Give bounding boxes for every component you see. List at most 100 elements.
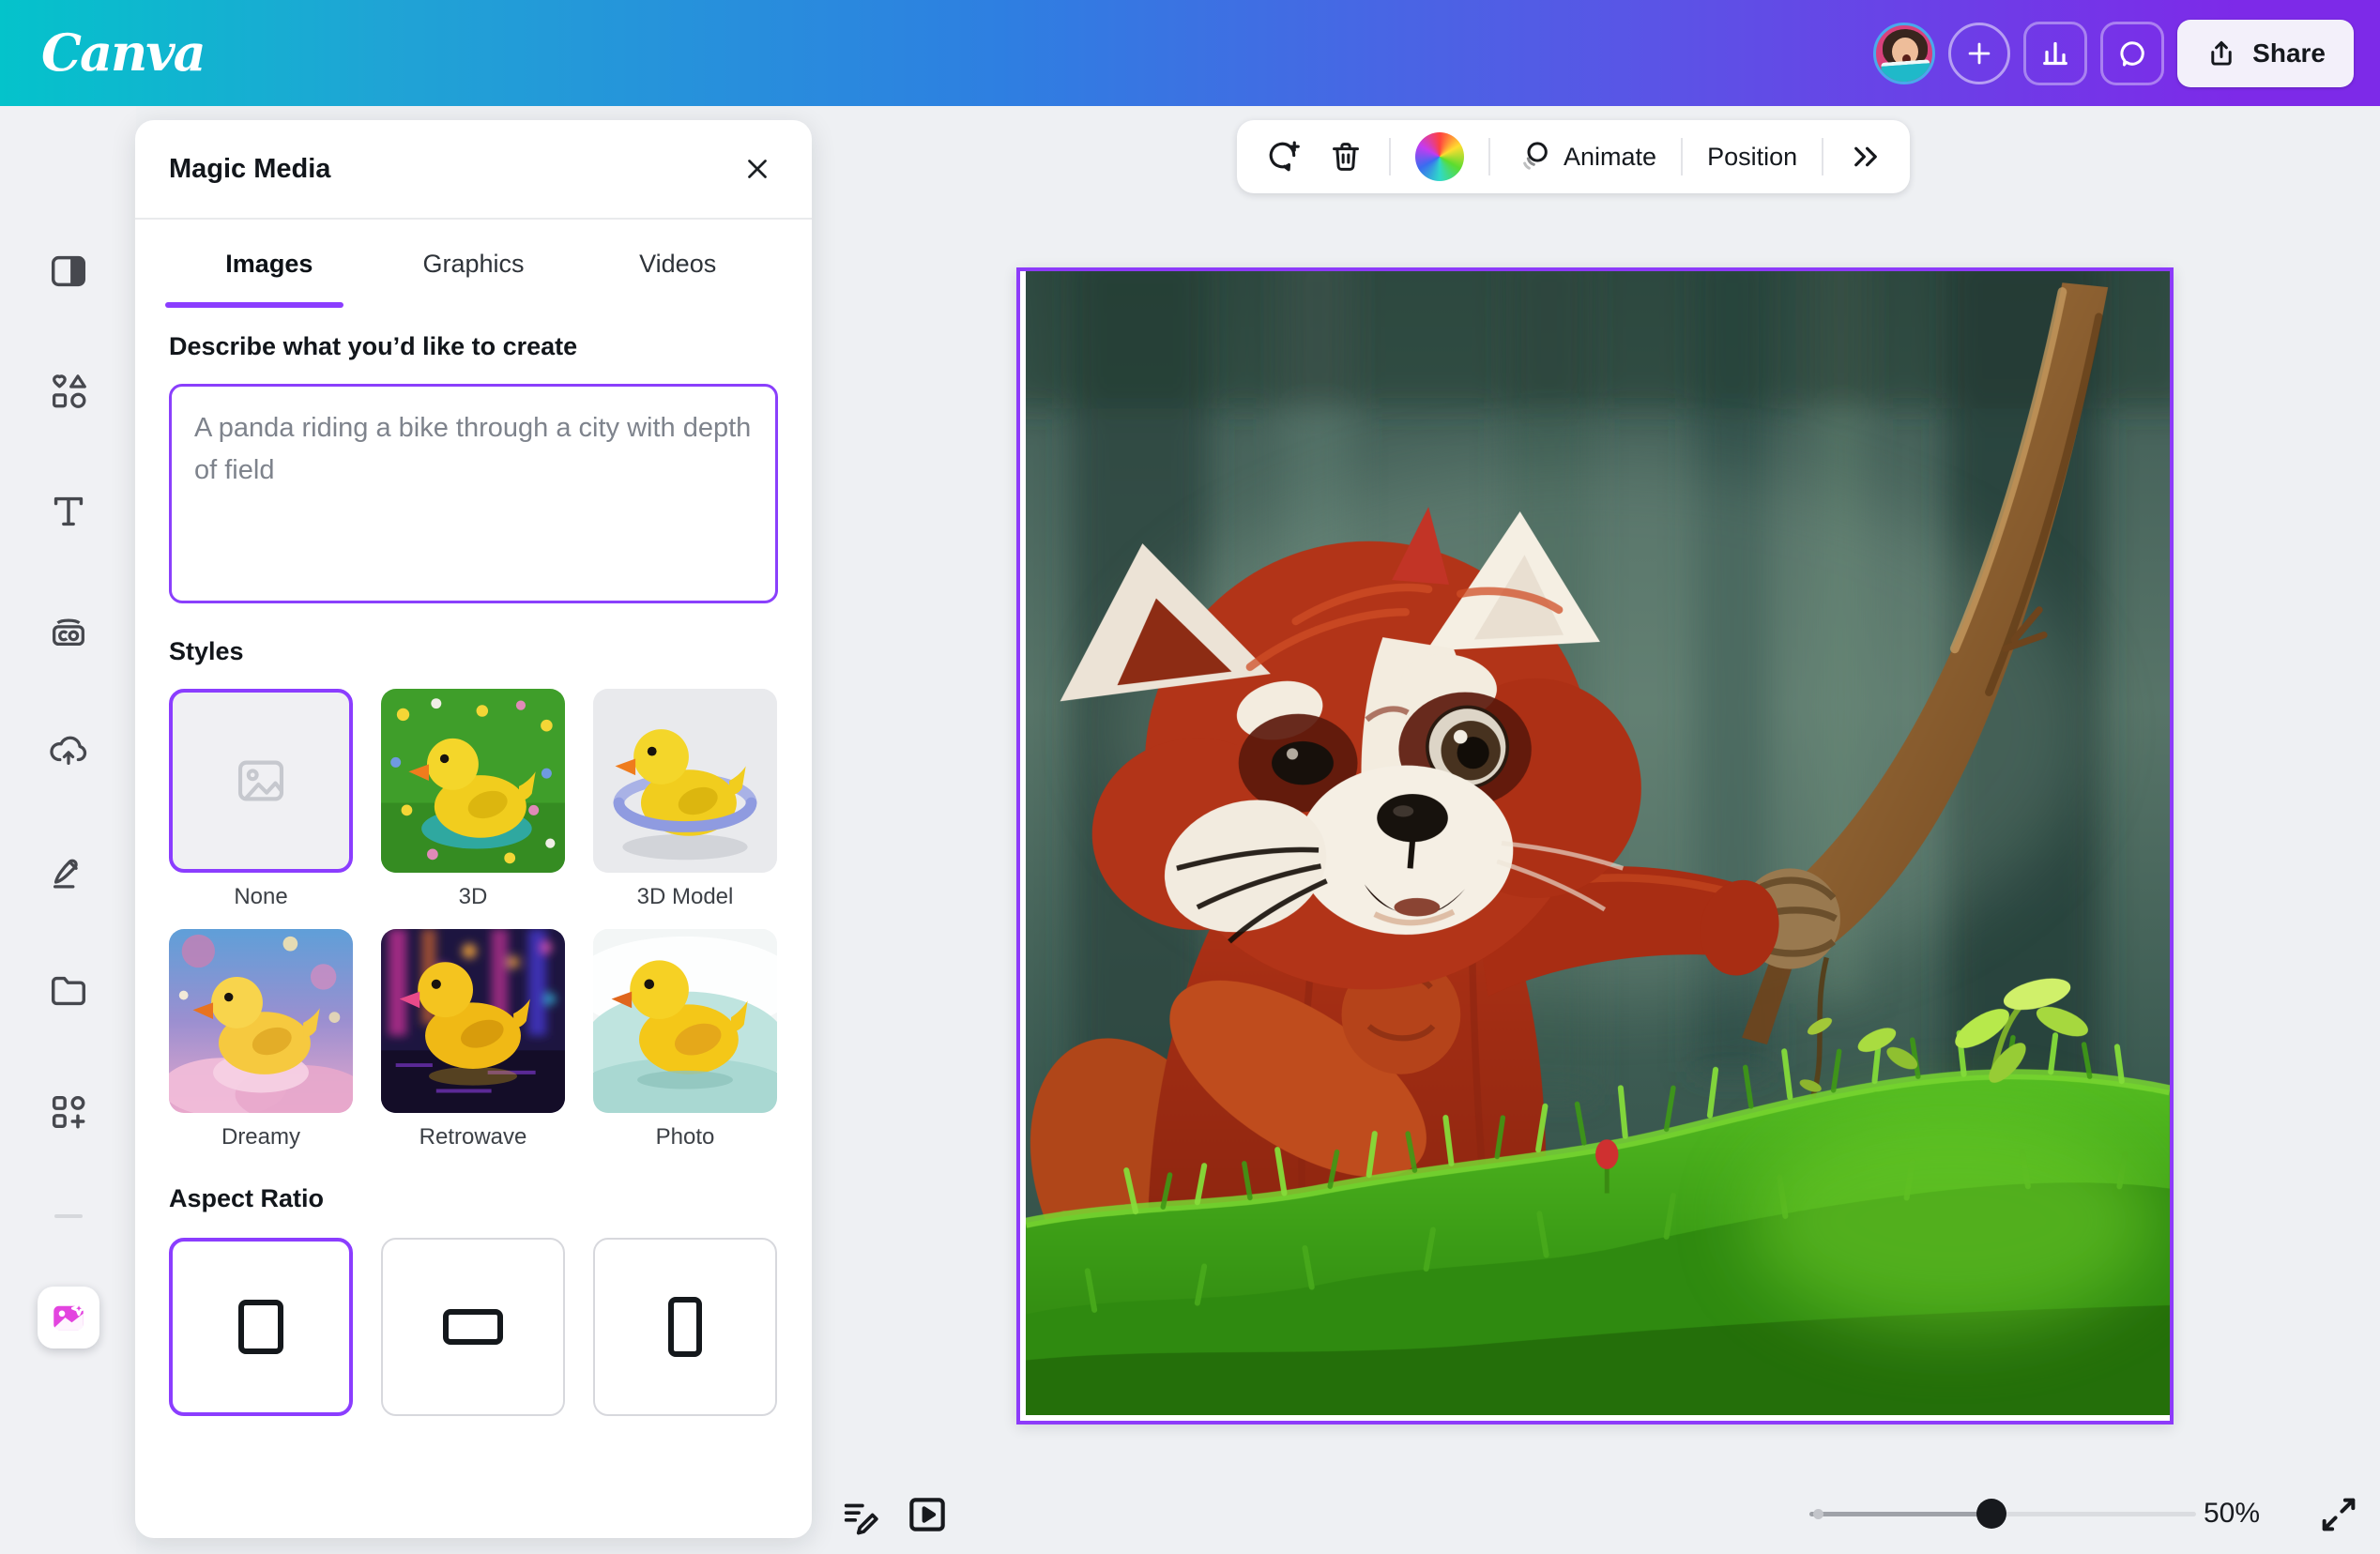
zoom-slider[interactable] <box>1809 1498 2196 1530</box>
sidebar-item-projects[interactable] <box>42 965 95 1017</box>
plus-icon <box>1963 38 1995 69</box>
comment-plus-icon <box>1263 137 1303 176</box>
style-thumb-photo[interactable] <box>593 929 777 1113</box>
zoom-slider-origin-dot <box>1813 1509 1823 1519</box>
comments-button[interactable] <box>2100 22 2164 85</box>
notes-pencil-icon <box>839 1495 882 1538</box>
folder-icon <box>47 969 90 1013</box>
zoom-slider-fill <box>1809 1512 1991 1516</box>
sidebar-item-design[interactable] <box>42 245 95 297</box>
aspect-ratio-heading: Aspect Ratio <box>169 1184 778 1213</box>
prompt-input[interactable] <box>169 384 778 603</box>
aspect-option-landscape[interactable] <box>381 1238 565 1416</box>
style-thumb-none[interactable] <box>169 689 353 873</box>
animate-label: Animate <box>1564 143 1656 172</box>
presentation-play-icon <box>904 1491 951 1538</box>
aspect-option-portrait[interactable] <box>593 1238 777 1416</box>
style-thumb-dreamy[interactable] <box>169 929 353 1113</box>
brand-icon <box>47 610 90 653</box>
apps-grid-icon <box>47 1090 90 1134</box>
toolbar-divider <box>1681 138 1683 175</box>
styles-grid: None 3D <box>135 666 812 1150</box>
pen-draw-icon <box>47 849 90 892</box>
share-button[interactable]: Share <box>2177 20 2354 87</box>
tab-images[interactable]: Images <box>167 250 372 279</box>
sidebar-item-elements[interactable] <box>42 365 95 418</box>
describe-label: Describe what you’d like to create <box>169 332 778 361</box>
panel-tabs: Images Graphics Videos <box>135 220 812 308</box>
landscape-ratio-icon <box>443 1309 503 1345</box>
panel-header: Magic Media <box>135 120 812 220</box>
sidebar-item-apps[interactable] <box>42 1086 95 1138</box>
fullscreen-button[interactable] <box>2314 1490 2363 1539</box>
magic-media-panel: Magic Media Images Graphics Videos Descr… <box>135 120 812 1538</box>
panel-title: Magic Media <box>169 154 330 185</box>
selection-toolbar: Animate Position <box>1237 120 1910 193</box>
style-option-dreamy[interactable]: Dreamy <box>169 929 353 1150</box>
tab-videos[interactable]: Videos <box>575 250 780 279</box>
sidebar-item-uploads[interactable] <box>42 724 95 776</box>
style-thumb-3d-model[interactable] <box>593 689 777 873</box>
share-label: Share <box>2252 38 2326 69</box>
user-avatar[interactable] <box>1873 23 1935 84</box>
more-options-button[interactable] <box>1848 139 1884 175</box>
aspect-ratio-grid <box>135 1213 812 1416</box>
aspect-option-square[interactable] <box>169 1238 353 1416</box>
style-label: Dreamy <box>169 1124 353 1150</box>
close-icon <box>741 153 773 185</box>
sidebar-item-brand[interactable] <box>42 605 95 658</box>
style-label: 3D <box>381 884 565 910</box>
style-label: 3D Model <box>593 884 777 910</box>
image-placeholder-icon <box>232 752 290 810</box>
trash-icon <box>1327 138 1365 175</box>
canva-logo[interactable]: Canva <box>41 23 205 83</box>
style-label: Retrowave <box>381 1124 565 1150</box>
close-panel-button[interactable] <box>737 148 778 190</box>
animate-button[interactable]: Animate <box>1515 138 1656 175</box>
style-label: None <box>169 884 353 910</box>
style-thumb-retrowave[interactable] <box>381 929 565 1113</box>
sidebar-item-text[interactable] <box>42 485 95 538</box>
generated-image-red-panda <box>1026 271 2170 1415</box>
insights-button[interactable] <box>2023 22 2087 85</box>
text-icon <box>47 490 90 533</box>
style-option-3d[interactable]: 3D <box>381 689 565 910</box>
add-member-button[interactable] <box>1948 23 2010 84</box>
style-option-retrowave[interactable]: Retrowave <box>381 929 565 1150</box>
style-option-photo[interactable]: Photo <box>593 929 777 1150</box>
notes-button[interactable] <box>838 1494 883 1539</box>
bar-chart-icon <box>2038 37 2072 70</box>
style-label: Photo <box>593 1124 777 1150</box>
magic-media-icon <box>49 1298 88 1337</box>
sidebar-divider <box>54 1214 83 1218</box>
toolbar-divider <box>1488 138 1490 175</box>
square-ratio-icon <box>238 1300 283 1354</box>
canvas-page-selected-image[interactable] <box>1016 267 2174 1424</box>
avatar-book <box>1881 59 1931 84</box>
sidebar-item-draw[interactable] <box>42 845 95 897</box>
position-button[interactable]: Position <box>1707 143 1797 172</box>
cloud-upload-icon <box>47 728 90 771</box>
delete-button[interactable] <box>1327 138 1365 175</box>
sidebar-item-magic-media-active[interactable] <box>38 1287 99 1348</box>
tab-graphics[interactable]: Graphics <box>372 250 576 279</box>
zoom-slider-thumb[interactable] <box>1976 1499 2006 1529</box>
styles-heading: Styles <box>169 637 778 666</box>
style-option-3d-model[interactable]: 3D Model <box>593 689 777 910</box>
chat-bubble-icon <box>2115 37 2149 70</box>
top-bar: Canva Share <box>0 0 2380 106</box>
present-button[interactable] <box>903 1490 952 1539</box>
style-option-none[interactable]: None <box>169 689 353 910</box>
design-icon <box>47 250 90 293</box>
add-comment-button[interactable] <box>1263 137 1303 176</box>
toolbar-divider <box>1389 138 1391 175</box>
expand-arrows-icon <box>2317 1493 2360 1536</box>
toolbar-divider <box>1822 138 1823 175</box>
upload-share-icon <box>2205 38 2237 69</box>
position-label: Position <box>1707 143 1797 171</box>
zoom-level[interactable]: 50% <box>2204 1498 2288 1530</box>
color-picker-button[interactable] <box>1415 132 1464 181</box>
portrait-ratio-icon <box>668 1297 702 1357</box>
style-thumb-3d[interactable] <box>381 689 565 873</box>
elements-icon <box>47 370 90 413</box>
